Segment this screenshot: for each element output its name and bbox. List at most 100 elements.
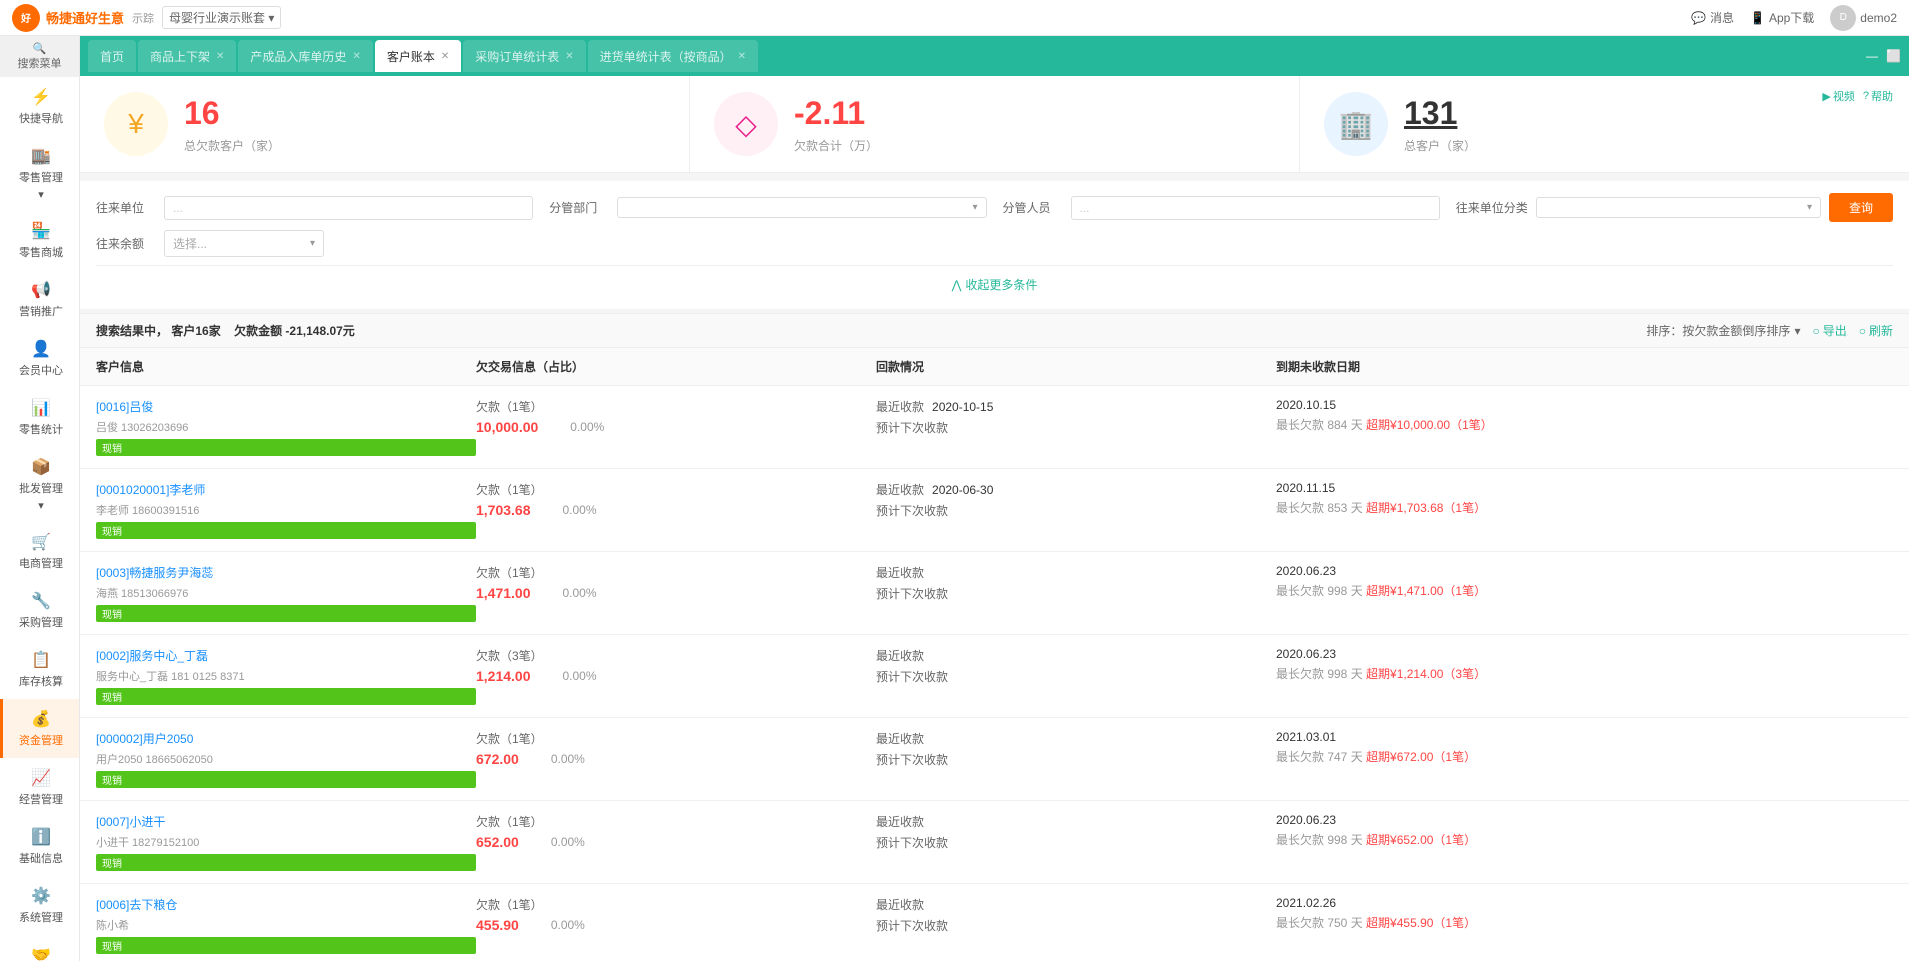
video-link[interactable]: ▶ 视频 — [1822, 88, 1854, 104]
sidebar-item-member[interactable]: 👤 会员中心 — [0, 329, 79, 388]
export-button[interactable]: ○ 导出 — [1812, 322, 1846, 339]
sidebar-item-purchase[interactable]: 🔧 采购管理 — [0, 581, 79, 640]
total-customers-text: 131 总客户（家） — [1404, 94, 1476, 153]
capital-icon: 💰 — [31, 709, 51, 729]
member-icon: 👤 — [31, 339, 51, 359]
sidebar-item-retail-mgmt[interactable]: 🏬 零售管理 ▾ — [0, 136, 79, 211]
nav-icon: ⚡ — [31, 87, 51, 107]
search-menu-button[interactable]: 🔍 搜索菜单 — [0, 36, 79, 77]
debt-label-2: 欠款（1笔） — [476, 564, 876, 581]
minimize-icon[interactable]: — — [1866, 49, 1878, 63]
tab-customer-account[interactable]: 客户账本 ✕ — [375, 40, 461, 72]
message-button[interactable]: 💬 消息 — [1691, 9, 1734, 26]
customer-phone-3: 服务中心_丁磊 181 0125 8371 — [96, 668, 476, 684]
due-overdue-3: 最长欠款 998 天 超期¥1,214.00（3笔） — [1276, 665, 1893, 682]
sidebar-item-enterprise[interactable]: 🤝 企业协同 — [0, 935, 79, 961]
debt-percent-6: 0.00% — [551, 918, 585, 932]
close-tab-product-history[interactable]: ✕ — [352, 51, 360, 62]
store-selector[interactable]: 母婴行业演示账套 ▾ — [162, 6, 281, 29]
sidebar-item-marketing[interactable]: 📢 营销推广 — [0, 270, 79, 329]
return-info-3: 最近收款 预计下次收款 — [876, 647, 1276, 685]
overdue-link-5[interactable]: 超期¥652.00（1笔） — [1366, 833, 1476, 847]
sidebar-item-inventory[interactable]: 📋 库存核算 — [0, 640, 79, 699]
customer-name-4[interactable]: [000002]用户2050 — [96, 730, 476, 747]
tab-home[interactable]: 首页 — [88, 40, 136, 72]
page-content: ¥ 16 总欠款客户（家） ◇ -2.11 欠款合计（万） — [80, 76, 1909, 961]
avatar-icon: D — [1830, 5, 1856, 31]
sidebar-item-capital[interactable]: 💰 资金管理 — [0, 699, 79, 758]
marketing-icon: 📢 — [31, 280, 51, 300]
debt-info-4: 欠款（1笔） 672.00 0.00% — [476, 730, 876, 767]
customer-name-3[interactable]: [0002]服务中心_丁磊 — [96, 647, 476, 664]
collapse-button[interactable]: ⋀ 收起更多条件 — [96, 272, 1893, 297]
dept-select[interactable]: ▾ — [617, 197, 986, 218]
due-info-6: 2021.02.26 最长欠款 750 天 超期¥455.90（1笔） — [1276, 896, 1893, 931]
person-input[interactable]: ... — [1071, 196, 1440, 220]
purchase-icon: 🔧 — [31, 591, 51, 611]
due-info-2: 2020.06.23 最长欠款 998 天 超期¥1,471.00（1笔） — [1276, 564, 1893, 599]
due-date-3: 2020.06.23 — [1276, 647, 1893, 661]
inventory-icon: 📋 — [31, 650, 51, 670]
next-payment-label-3: 预计下次收款 — [876, 668, 948, 685]
unit-category-select[interactable]: ▾ — [1536, 197, 1821, 218]
customer-phone-1: 李老师 18600391516 — [96, 502, 476, 518]
overdue-link-6[interactable]: 超期¥455.90（1笔） — [1366, 916, 1476, 930]
help-link[interactable]: ? 帮助 — [1863, 88, 1893, 104]
customer-name-5[interactable]: [0007]小进干 — [96, 813, 476, 830]
enterprise-icon: 🤝 — [31, 945, 51, 961]
tab-product-history[interactable]: 产成品入库单历史 ✕ — [238, 40, 372, 72]
debt-customers-text: 16 总欠款客户（家） — [184, 94, 280, 153]
results-bar: 搜索结果中， 客户16家 欠款金额 -21,148.07元 排序：按欠款金额倒序… — [80, 313, 1909, 348]
overdue-link-1[interactable]: 超期¥1,703.68（1笔） — [1366, 501, 1486, 515]
refresh-button[interactable]: ○ 刷新 — [1859, 322, 1893, 339]
customer-info-2: [0003]畅捷服务尹海蕊 海燕 18513066976 现销 — [96, 564, 476, 622]
due-info-1: 2020.11.15 最长欠款 853 天 超期¥1,703.68（1笔） — [1276, 481, 1893, 516]
overdue-link-0[interactable]: 超期¥10,000.00（1笔） — [1366, 418, 1493, 432]
overdue-link-3[interactable]: 超期¥1,214.00（3笔） — [1366, 667, 1486, 681]
sidebar-item-retail-store[interactable]: 🏪 零售商城 — [0, 211, 79, 270]
sidebar-item-system[interactable]: ⚙️ 系统管理 — [0, 876, 79, 935]
debt-value-1: 1,703.68 — [476, 502, 531, 518]
top-bar: 好 畅捷通好生意 示踪 母婴行业演示账套 ▾ 💬 消息 📱 App下载 D de… — [0, 0, 1909, 36]
close-tab-customer-account[interactable]: ✕ — [441, 51, 449, 62]
app-download-button[interactable]: 📱 App下载 — [1750, 9, 1814, 26]
next-payment-label-5: 预计下次收款 — [876, 834, 948, 851]
close-tab-purchase-order[interactable]: ✕ — [565, 51, 573, 62]
sort-select[interactable]: 排序：按欠款金额倒序排序 ▾ — [1646, 322, 1800, 339]
maximize-icon[interactable]: ⬜ — [1886, 49, 1901, 63]
content-area: 首页 商品上下架 ✕ 产成品入库单历史 ✕ 客户账本 ✕ 采购订单统计表 ✕ — [80, 36, 1909, 961]
tab-product-shelf[interactable]: 商品上下架 ✕ — [138, 40, 236, 72]
customer-tag-4: 现销 — [96, 771, 476, 788]
customer-name-6[interactable]: [0006]去下粮仓 — [96, 896, 476, 913]
person-filter: 分管人员 ... — [1003, 196, 1440, 220]
overdue-link-4[interactable]: 超期¥672.00（1笔） — [1366, 750, 1476, 764]
customer-name-0[interactable]: [0016]吕俊 — [96, 398, 476, 415]
tab-purchase-order[interactable]: 采购订单统计表 ✕ — [463, 40, 585, 72]
tab-import-stats[interactable]: 进货单统计表（按商品） ✕ — [588, 40, 758, 72]
unit-category-chevron-icon: ▾ — [1807, 202, 1812, 213]
stats-bar: ¥ 16 总欠款客户（家） ◇ -2.11 欠款合计（万） — [80, 76, 1909, 173]
sidebar-item-batch-mgmt[interactable]: 📦 批发管理 ▾ — [0, 447, 79, 522]
sidebar: 🔍 搜索菜单 ⚡ 快捷导航 🏬 零售管理 ▾ 🏪 零售商城 📢 营销推广 � — [0, 36, 80, 961]
debt-amount-label: 欠款合计（万） — [794, 137, 878, 154]
sidebar-item-retail-stats[interactable]: 📊 零售统计 — [0, 388, 79, 447]
overdue-link-2[interactable]: 超期¥1,471.00（1笔） — [1366, 584, 1486, 598]
debt-percent-0: 0.00% — [570, 420, 604, 434]
close-tab-product-shelf[interactable]: ✕ — [216, 51, 224, 62]
debt-label-5: 欠款（1笔） — [476, 813, 876, 830]
source-unit-input[interactable]: ... — [164, 196, 533, 220]
search-button[interactable]: 查询 — [1829, 193, 1893, 222]
balance-select[interactable]: 选择... ▾ — [164, 230, 324, 257]
debt-customers-value: 16 — [184, 94, 280, 132]
sidebar-item-operations[interactable]: 📈 经营管理 — [0, 758, 79, 817]
dept-label: 分管部门 — [549, 199, 609, 216]
nav-label: 示踪 — [132, 10, 154, 26]
close-tab-import-stats[interactable]: ✕ — [738, 51, 746, 62]
sidebar-item-ecom[interactable]: 🛒 电商管理 — [0, 522, 79, 581]
sidebar-item-basic-info[interactable]: ℹ️ 基础信息 — [0, 817, 79, 876]
customer-name-2[interactable]: [0003]畅捷服务尹海蕊 — [96, 564, 476, 581]
sidebar-item-nav[interactable]: ⚡ 快捷导航 — [0, 77, 79, 136]
customer-name-1[interactable]: [0001020001]李老师 — [96, 481, 476, 498]
next-payment-label-4: 预计下次收款 — [876, 751, 948, 768]
user-avatar[interactable]: D demo2 — [1830, 5, 1897, 31]
